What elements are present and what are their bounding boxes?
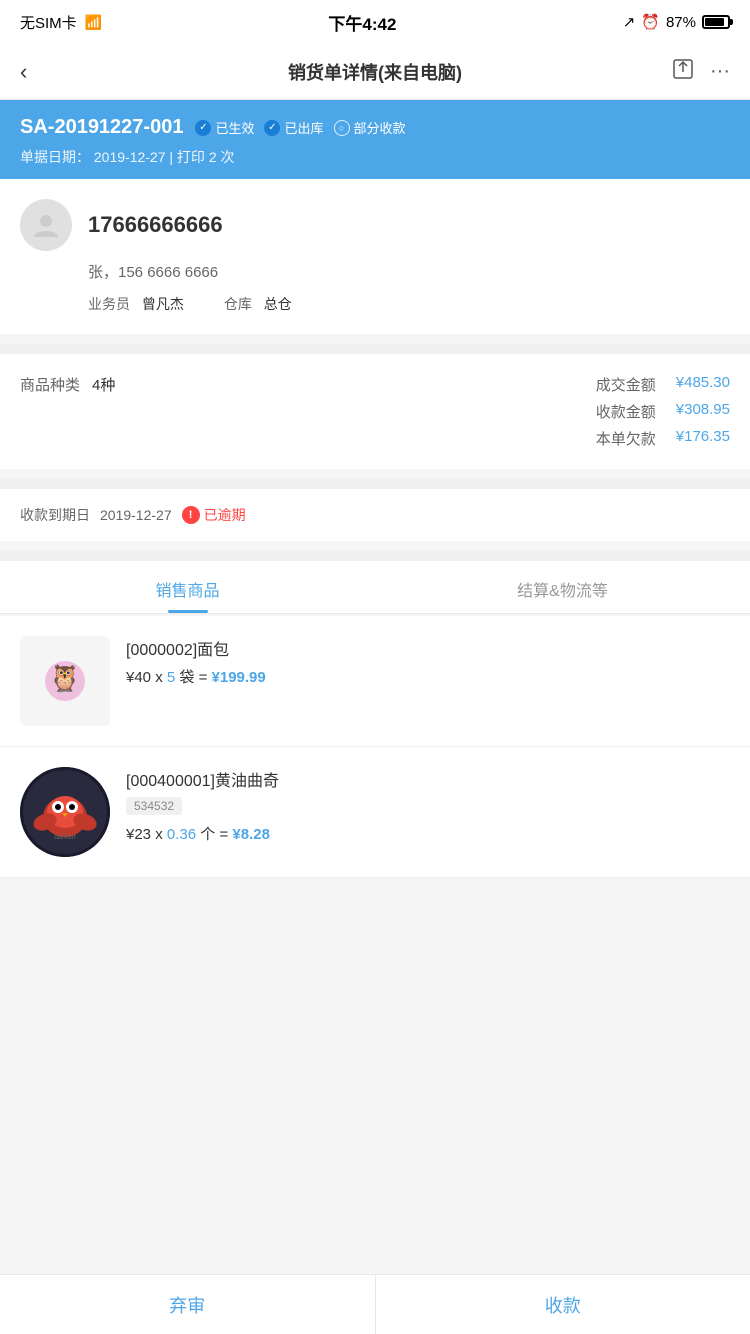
meta-warehouse: 仓库 总仓 <box>224 294 292 314</box>
status-left: 无SIM卡 📶 <box>20 12 102 33</box>
wifi-icon: 📶 <box>85 14 102 31</box>
status-bar: 无SIM卡 📶 下午4:42 ↗ ⏰ 87% <box>0 0 750 44</box>
divider-3 <box>0 551 750 561</box>
debt-value: ¥176.35 <box>676 428 730 449</box>
customer-row: 17666666666 <box>20 199 730 251</box>
amount-stats: 成交金额 ¥485.30 收款金额 ¥308.95 本单欠款 ¥176.35 <box>596 374 730 449</box>
banner-top-row: SA-20191227-001 ✓ 已生效 ✓ 已出库 ○ 部分收款 <box>20 116 730 139</box>
salesperson-value: 曾凡杰 <box>142 296 184 312</box>
overdue-icon: ! <box>182 506 200 524</box>
warehouse-label: 仓库 <box>224 296 252 312</box>
tabs-row: 销售商品 结算&物流等 <box>0 561 750 614</box>
product-name-cookie: [000400001]黄油曲奇 <box>126 767 730 791</box>
customer-section: 17666666666 张，156 6666 6666 业务员 曾凡杰 仓库 总… <box>0 179 750 334</box>
debt-row: 本单欠款 ¥176.35 <box>596 428 730 449</box>
product-price-bread: ¥40 x 5 袋 = ¥199.99 <box>126 666 730 687</box>
customer-phone: 17666666666 <box>88 212 223 238</box>
abandon-button[interactable]: 弃审 <box>0 1275 376 1334</box>
check-icon-2: ✓ <box>264 120 280 136</box>
order-id: SA-20191227-001 <box>20 116 183 139</box>
product-type-stat: 商品种类 4种 <box>20 374 115 395</box>
product-sku: 534532 <box>126 797 182 815</box>
product-total-bread: ¥199.99 <box>212 669 266 686</box>
status-badges: ✓ 已生效 ✓ 已出库 ○ 部分收款 <box>195 118 405 137</box>
divider-2 <box>0 479 750 489</box>
badge-effective: ✓ 已生效 <box>195 118 254 137</box>
overdue-badge: ! 已逾期 <box>182 505 246 525</box>
customer-name: 张，156 6666 6666 <box>20 261 730 282</box>
badge-partial: ○ 部分收款 <box>334 118 406 137</box>
divider-1 <box>0 344 750 354</box>
amount-label: 成交金额 <box>596 374 656 395</box>
check-icon: ✓ <box>195 120 211 136</box>
nav-bar: ‹ 销货单详情(来自电脑) ··· <box>0 44 750 100</box>
tabs-section: 销售商品 结算&物流等 <box>0 561 750 614</box>
status-right: ↗ ⏰ 87% <box>623 13 730 31</box>
banner-date: 单据日期： 2019-12-27 | 打印 2 次 <box>20 147 730 167</box>
page-title: 销货单详情(来自电脑) <box>288 59 462 85</box>
tab-settlement-label: 结算&物流等 <box>517 583 608 600</box>
battery-percent: 87% <box>666 14 696 31</box>
clock-icon: ○ <box>334 120 350 136</box>
tab-sales-products[interactable]: 销售商品 <box>0 561 375 613</box>
amount-row: 成交金额 ¥485.30 <box>596 374 730 395</box>
avatar <box>20 199 72 251</box>
header-banner: SA-20191227-001 ✓ 已生效 ✓ 已出库 ○ 部分收款 单据日期：… <box>0 100 750 179</box>
customer-meta: 业务员 曾凡杰 仓库 总仓 <box>20 294 730 314</box>
product-qty-bread: 5 <box>167 669 175 686</box>
alarm-icon: ⏰ <box>641 13 660 31</box>
status-time: 下午4:42 <box>328 10 396 35</box>
collect-button[interactable]: 收款 <box>376 1275 750 1334</box>
overdue-text: 已逾期 <box>204 505 246 525</box>
meta-salesperson: 业务员 曾凡杰 <box>88 294 184 314</box>
share-icon[interactable] <box>672 58 694 86</box>
warehouse-value: 总仓 <box>264 296 292 312</box>
product-item: 🦉 [0000002]面包 ¥40 x 5 袋 = ¥199.99 <box>0 616 750 747</box>
product-thumb-cookie: darkart <box>20 767 110 857</box>
product-info-cookie: [000400001]黄油曲奇 534532 ¥23 x 0.36 个 = ¥8… <box>126 767 730 844</box>
received-label: 收款金额 <box>596 401 656 422</box>
product-type-value: 4种 <box>92 374 115 395</box>
badge-shipped: ✓ 已出库 <box>264 118 323 137</box>
svg-text:🦉: 🦉 <box>49 663 81 693</box>
product-type-label: 商品种类 <box>20 374 80 395</box>
debt-label: 本单欠款 <box>596 428 656 449</box>
battery-icon <box>702 15 730 29</box>
amount-value: ¥485.30 <box>676 374 730 395</box>
due-section: 收款到期日 2019-12-27 ! 已逾期 <box>0 489 750 541</box>
salesperson-label: 业务员 <box>88 296 130 312</box>
more-icon[interactable]: ··· <box>710 60 730 83</box>
due-date-label: 收款到期日 <box>20 505 90 525</box>
product-list: 🦉 [0000002]面包 ¥40 x 5 袋 = ¥199.99 <box>0 616 750 878</box>
received-row: 收款金额 ¥308.95 <box>596 401 730 422</box>
product-price-cookie: ¥23 x 0.36 个 = ¥8.28 <box>126 823 730 844</box>
product-name-bread: [0000002]面包 <box>126 636 730 660</box>
tab-settlement[interactable]: 结算&物流等 <box>375 561 750 613</box>
received-value: ¥308.95 <box>676 401 730 422</box>
nav-right-actions: ··· <box>672 58 730 86</box>
due-date-value: 2019-12-27 <box>100 507 172 523</box>
product-total-cookie: ¥8.28 <box>232 826 270 843</box>
location-icon: ↗ <box>623 13 636 31</box>
product-qty-cookie: 0.36 <box>167 826 196 843</box>
product-info-bread: [0000002]面包 ¥40 x 5 袋 = ¥199.99 <box>126 636 730 687</box>
tab-sales-label: 销售商品 <box>155 583 219 600</box>
stats-section: 商品种类 4种 成交金额 ¥485.30 收款金额 ¥308.95 本单欠款 ¥… <box>0 354 750 469</box>
back-button[interactable]: ‹ <box>12 51 35 93</box>
svg-text:darkart: darkart <box>54 834 76 841</box>
bottom-bar: 弃审 收款 <box>0 1274 750 1334</box>
product-item-2: darkart [000400001]黄油曲奇 534532 ¥23 x 0.3… <box>0 747 750 878</box>
signal-text: 无SIM卡 <box>20 12 77 33</box>
product-thumb-bread: 🦉 <box>20 636 110 726</box>
